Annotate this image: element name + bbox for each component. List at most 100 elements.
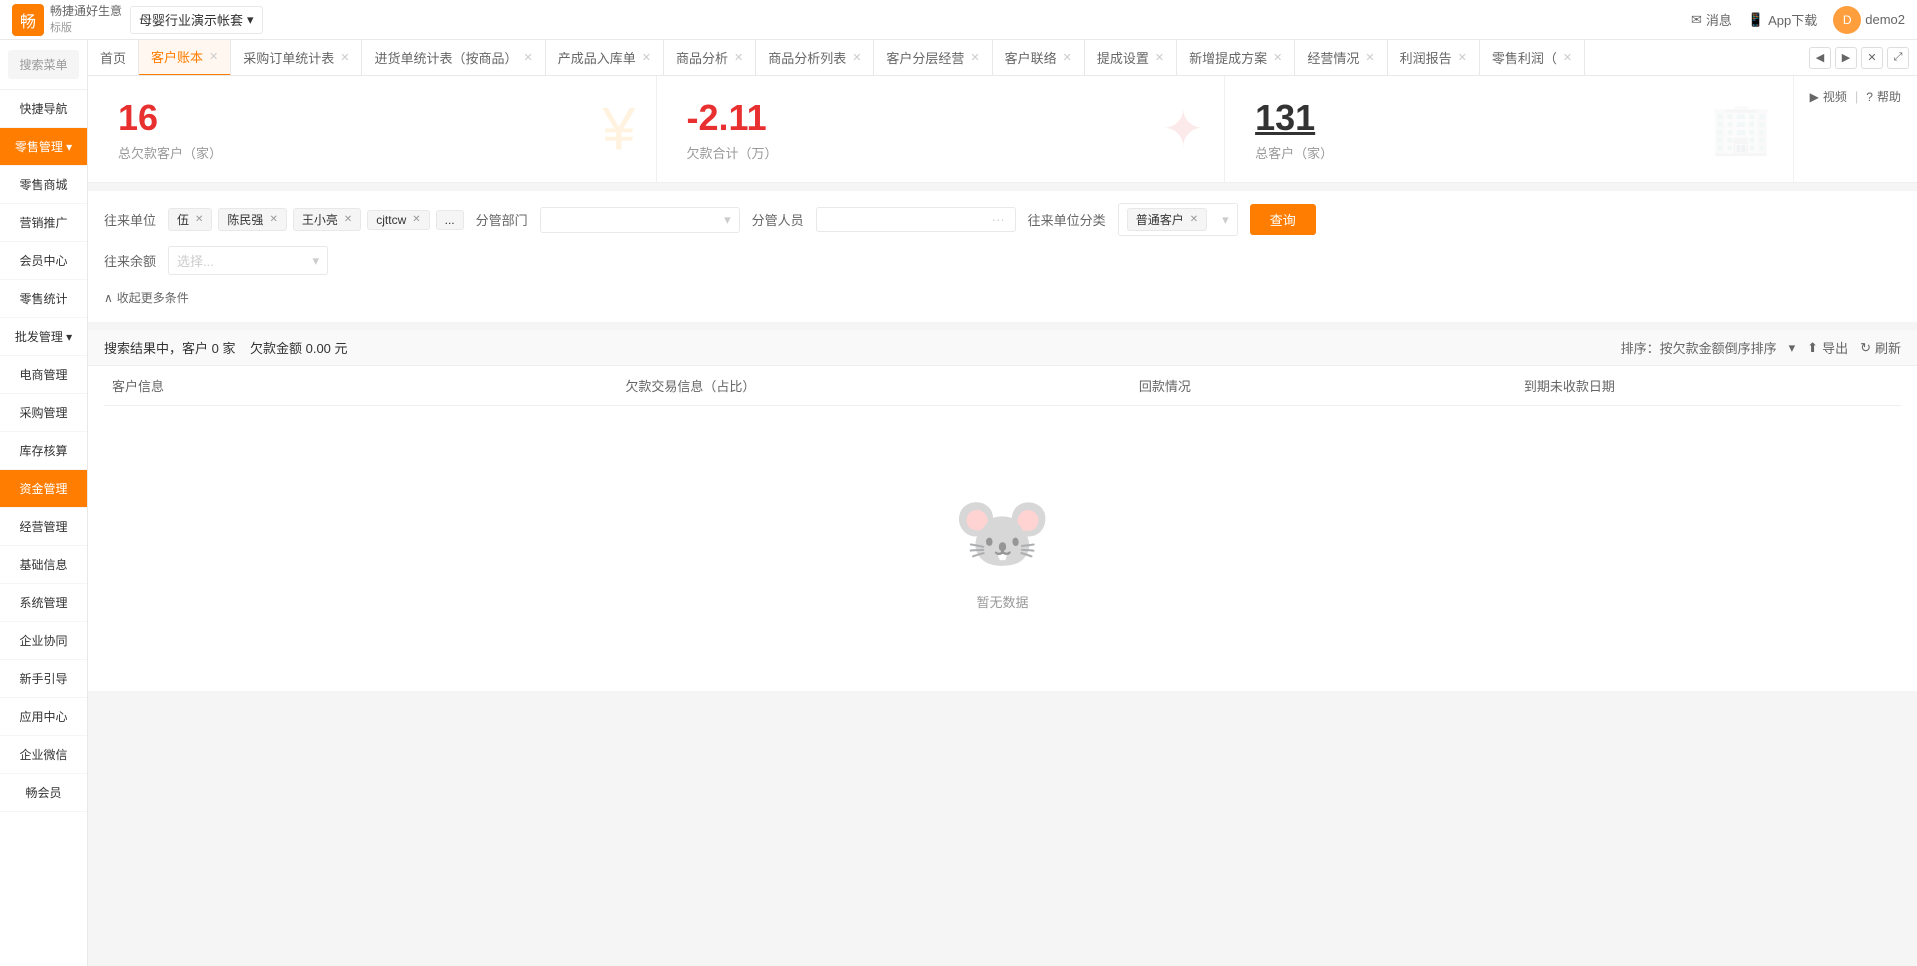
- app-download-btn[interactable]: 📱 App下载: [1748, 10, 1817, 29]
- person-more-icon: ···: [992, 212, 1005, 227]
- content-area: 首页 客户账本 ✕ 采购订单统计表 ✕ 进货单统计表（按商品） ✕ 产成品入库单…: [88, 40, 1917, 966]
- tab-close-all-btn[interactable]: ✕: [1861, 47, 1883, 69]
- tab-close-stock-stats[interactable]: ✕: [524, 51, 533, 64]
- tab-close-retail-profit[interactable]: ✕: [1563, 51, 1572, 64]
- remove-tag-wang[interactable]: ✕: [344, 214, 352, 225]
- sidebar-item-label: 经营管理: [19, 518, 67, 535]
- logo-area: 畅 畅捷通好生意 标版: [12, 4, 122, 36]
- video-btn[interactable]: ▶ 视频: [1810, 88, 1847, 105]
- tab-close-customer-tier[interactable]: ✕: [970, 51, 979, 64]
- remove-tag-cjttcw[interactable]: ✕: [412, 214, 420, 225]
- result-info: 搜索结果中，客户 0 家 欠款金额 0.00 元: [104, 338, 348, 357]
- tab-close-purchase-order[interactable]: ✕: [340, 51, 349, 64]
- sidebar-item-operations[interactable]: 经营管理: [0, 508, 87, 546]
- sidebar-item-vip[interactable]: 畅会员: [0, 774, 87, 812]
- tab-purchase-order[interactable]: 采购订单统计表 ✕: [231, 40, 362, 76]
- sidebar-item-enterprise[interactable]: 企业协同: [0, 622, 87, 660]
- tab-maximize-btn[interactable]: ⤢: [1887, 47, 1909, 69]
- company-selector[interactable]: 母婴行业演示帐套 ▾: [130, 6, 263, 34]
- dept-filter-label: 分管部门: [476, 210, 528, 229]
- tab-close-customer-connect[interactable]: ✕: [1063, 51, 1072, 64]
- sidebar-item-app-center[interactable]: 应用中心: [0, 698, 87, 736]
- tab-retail-profit[interactable]: 零售利润（ ✕: [1480, 40, 1585, 76]
- tab-accounts-receivable[interactable]: 客户账本 ✕: [139, 40, 231, 76]
- unit-class-filter-label: 往来单位分类: [1028, 210, 1106, 229]
- tab-profit-report[interactable]: 利润报告 ✕: [1388, 40, 1480, 76]
- dept-arrow-icon: ▾: [724, 212, 731, 228]
- top-bar-right: ✉ 消息 📱 App下载 D demo2: [1691, 6, 1905, 34]
- sidebar-item-finance[interactable]: 资金管理: [0, 470, 87, 508]
- sidebar-item-inventory[interactable]: 库存核算: [0, 432, 87, 470]
- tab-close-new-advance[interactable]: ✕: [1273, 51, 1282, 64]
- tab-controls: ◀ ▶ ✕ ⤢: [1801, 47, 1917, 69]
- dept-select[interactable]: ▾: [540, 207, 740, 233]
- tab-product-entry[interactable]: 产成品入库单 ✕: [546, 40, 664, 76]
- sidebar-item-ecommerce[interactable]: 电商管理: [0, 356, 87, 394]
- tab-close-product-entry[interactable]: ✕: [642, 51, 651, 64]
- sidebar-item-label: 企业微信: [19, 746, 67, 763]
- chevron-down-icon: ▾: [247, 12, 254, 28]
- logo-text-area: 畅捷通好生意 标版: [50, 4, 122, 36]
- sidebar-item-label: 畅会员: [25, 784, 61, 801]
- tab-new-advance[interactable]: 新增提成方案 ✕: [1177, 40, 1295, 76]
- result-actions: 排序：按欠款金额倒序排序 ▾ ⬆ 导出 ↻ 刷新: [1621, 338, 1901, 357]
- tab-close-goods-analysis-list[interactable]: ✕: [852, 51, 861, 64]
- tab-goods-analysis-list[interactable]: 商品分析列表 ✕: [756, 40, 874, 76]
- sidebar-item-wholesale[interactable]: 批发管理 ▾: [0, 318, 87, 356]
- balance-select[interactable]: 选择... ▾: [168, 246, 328, 275]
- sidebar-item-newbie[interactable]: 新手引导: [0, 660, 87, 698]
- tab-close-goods-analysis[interactable]: ✕: [734, 51, 743, 64]
- user-menu-btn[interactable]: D demo2: [1833, 6, 1905, 34]
- sidebar-item-wechat[interactable]: 企业微信: [0, 736, 87, 774]
- filter-row-2: 往来余额 选择... ▾: [104, 246, 1901, 275]
- tab-prev-btn[interactable]: ◀: [1809, 47, 1831, 69]
- tab-customer-tier[interactable]: 客户分层经营 ✕: [874, 40, 992, 76]
- tab-home[interactable]: 首页: [88, 40, 139, 76]
- sidebar-item-system[interactable]: 系统管理: [0, 584, 87, 622]
- export-btn[interactable]: ⬆ 导出: [1807, 338, 1848, 357]
- search-menu-btn[interactable]: 搜索菜单: [8, 50, 79, 79]
- collapse-btn[interactable]: ∧ 收起更多条件: [104, 285, 1901, 310]
- tab-advance-settings[interactable]: 提成设置 ✕: [1085, 40, 1177, 76]
- sidebar-item-retail-mall[interactable]: 零售商城: [0, 166, 87, 204]
- divider: |: [1855, 89, 1858, 104]
- sidebar-item-retail-stats[interactable]: 零售统计: [0, 280, 87, 318]
- table-container: 客户信息 欠款交易信息（占比） 回款情况 到期未收款日期 🐭 暂无数据: [88, 366, 1917, 691]
- sidebar-item-label: 应用中心: [19, 708, 67, 725]
- tab-goods-analysis[interactable]: 商品分析 ✕: [664, 40, 756, 76]
- remove-tag-chen[interactable]: ✕: [269, 214, 277, 225]
- filter-tag-more[interactable]: ...: [436, 210, 464, 230]
- tab-close-advance-settings[interactable]: ✕: [1155, 51, 1164, 64]
- tab-close-profit-report[interactable]: ✕: [1458, 51, 1467, 64]
- tab-stock-stats[interactable]: 进货单统计表（按商品） ✕: [362, 40, 545, 76]
- video-icon: ▶: [1810, 90, 1819, 104]
- sidebar-search: 搜索菜单: [0, 40, 87, 90]
- page-actions: ▶ 视频 | ? 帮助: [1794, 76, 1917, 117]
- stat-label-credit-customers: 总欠款客户（家）: [118, 143, 626, 162]
- sidebar-item-marketing[interactable]: 营销推广: [0, 204, 87, 242]
- message-btn[interactable]: ✉ 消息: [1691, 10, 1732, 29]
- remove-tag-wu[interactable]: ✕: [195, 214, 203, 225]
- tab-close-business-situation[interactable]: ✕: [1365, 51, 1374, 64]
- unit-class-select[interactable]: 普通客户 ✕ ▾: [1118, 203, 1238, 236]
- remove-unit-class-tag[interactable]: ✕: [1190, 214, 1198, 225]
- sidebar-item-purchase[interactable]: 采购管理: [0, 394, 87, 432]
- tab-close-accounts-receivable[interactable]: ✕: [209, 50, 218, 63]
- filter-tag-wang: 王小亮 ✕: [293, 208, 361, 231]
- tab-customer-connect[interactable]: 客户联络 ✕: [993, 40, 1085, 76]
- help-btn[interactable]: ? 帮助: [1866, 88, 1901, 105]
- sidebar-item-basic-info[interactable]: 基础信息: [0, 546, 87, 584]
- sidebar-item-membership[interactable]: 会员中心: [0, 242, 87, 280]
- tab-next-btn[interactable]: ▶: [1835, 47, 1857, 69]
- sidebar-item-label: 电商管理: [19, 366, 67, 383]
- building-bg-icon: 🏢: [1710, 100, 1772, 159]
- sidebar-item-quicknav[interactable]: 快捷导航: [0, 90, 87, 128]
- tab-business-situation[interactable]: 经营情况 ✕: [1295, 40, 1387, 76]
- refresh-icon: ↻: [1860, 340, 1871, 356]
- sidebar-item-retail[interactable]: 零售管理 ▾: [0, 128, 87, 166]
- refresh-btn[interactable]: ↻ 刷新: [1860, 338, 1901, 357]
- collapse-label: 收起更多条件: [117, 289, 189, 306]
- query-button[interactable]: 查询: [1250, 204, 1316, 235]
- filter-tag-cjttcw: cjttcw ✕: [367, 210, 429, 230]
- person-select[interactable]: ···: [816, 207, 1016, 232]
